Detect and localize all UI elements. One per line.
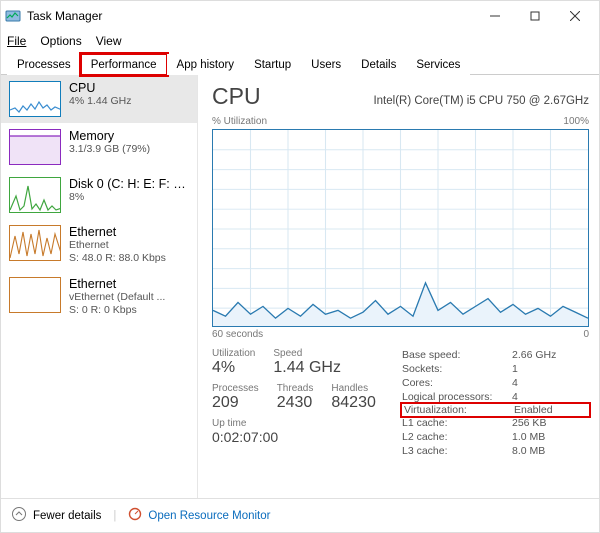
sidebar-item-label: CPU xyxy=(69,81,131,95)
stat-key: L3 cache: xyxy=(402,445,512,457)
stat-row-l1cache: L1 cache:256 KB xyxy=(402,416,589,430)
sidebar-item-sub: 4% 1.44 GHz xyxy=(69,95,131,108)
stat-value: 4 xyxy=(512,391,589,403)
chevron-up-icon xyxy=(11,506,27,525)
stat-row-basespeed: Base speed:2.66 GHz xyxy=(402,348,589,362)
threads-value: 2430 xyxy=(277,394,314,412)
content-area: CPU 4% 1.44 GHz Memory 3.1/3.9 GB (79%) xyxy=(1,75,599,498)
chart-y-label: % Utilization xyxy=(212,116,267,127)
app-icon xyxy=(5,8,21,24)
stat-key: Logical processors: xyxy=(402,391,512,403)
close-button[interactable] xyxy=(555,2,595,30)
resource-monitor-icon xyxy=(128,507,142,524)
sidebar-item-sub: Ethernet S: 48.0 R: 88.0 Kbps xyxy=(69,239,166,265)
processes-value: 209 xyxy=(212,394,259,412)
chart-x-left: 60 seconds xyxy=(212,329,263,340)
stat-key: L2 cache: xyxy=(402,431,512,443)
uptime-label: Up time xyxy=(212,418,402,429)
sidebar: CPU 4% 1.44 GHz Memory 3.1/3.9 GB (79%) xyxy=(1,75,198,498)
tab-processes[interactable]: Processes xyxy=(7,54,81,75)
menu-options[interactable]: Options xyxy=(40,34,81,48)
sidebar-item-sub: 3.1/3.9 GB (79%) xyxy=(69,143,150,156)
page-title: CPU xyxy=(212,83,261,110)
app-title: Task Manager xyxy=(27,9,102,23)
titlebar: Task Manager xyxy=(1,1,599,31)
stat-key: Cores: xyxy=(402,377,512,389)
stat-value: Enabled xyxy=(514,404,587,416)
sidebar-thumb-cpu xyxy=(9,81,61,117)
open-resource-monitor-label: Open Resource Monitor xyxy=(148,510,270,522)
open-resource-monitor-link[interactable]: Open Resource Monitor xyxy=(128,507,270,524)
threads-label: Threads xyxy=(277,383,314,394)
tab-strip: Processes Performance App history Startu… xyxy=(1,51,599,75)
handles-value: 84230 xyxy=(331,394,376,412)
stat-row-logicalprocessors: Logical processors:4 xyxy=(402,390,589,404)
processes-label: Processes xyxy=(212,383,259,394)
main-panel: CPU Intel(R) Core(TM) i5 CPU 750 @ 2.67G… xyxy=(198,75,599,498)
task-manager-window: Task Manager File Options View Processes… xyxy=(0,0,600,533)
stat-row-l3cache: L3 cache:8.0 MB xyxy=(402,444,589,458)
stat-key: L1 cache: xyxy=(402,417,512,429)
stat-value: 8.0 MB xyxy=(512,445,589,457)
bottom-bar: Fewer details | Open Resource Monitor xyxy=(1,498,599,532)
sidebar-item-label: Ethernet xyxy=(69,225,166,239)
tab-performance[interactable]: Performance xyxy=(81,54,167,75)
sidebar-thumb-memory xyxy=(9,129,61,165)
stats-right: Base speed:2.66 GHzSockets:1Cores:4Logic… xyxy=(402,348,589,458)
uptime-value: 0:02:07:00 xyxy=(212,429,402,445)
cpu-utilization-chart xyxy=(212,129,589,327)
stat-value: 4 xyxy=(512,377,589,389)
utilization-label: Utilization xyxy=(212,348,255,359)
chart-x-right: 0 xyxy=(583,329,589,340)
menu-file[interactable]: File xyxy=(7,34,26,48)
handles-label: Handles xyxy=(331,383,376,394)
tab-services[interactable]: Services xyxy=(406,54,470,75)
sidebar-item-sub: 8% xyxy=(69,191,189,204)
fewer-details-button[interactable]: Fewer details xyxy=(11,506,101,525)
fewer-details-label: Fewer details xyxy=(33,510,101,522)
sidebar-item-label: Memory xyxy=(69,129,150,143)
sidebar-item-disk0[interactable]: Disk 0 (C: H: E: F: G:) 8% xyxy=(1,171,197,219)
sidebar-thumb-disk xyxy=(9,177,61,213)
sidebar-thumb-eth2 xyxy=(9,277,61,313)
speed-value: 1.44 GHz xyxy=(273,359,341,377)
utilization-value: 4% xyxy=(212,359,255,377)
stat-key: Base speed: xyxy=(402,349,512,361)
speed-label: Speed xyxy=(273,348,341,359)
cpu-model-name: Intel(R) Core(TM) i5 CPU 750 @ 2.67GHz xyxy=(373,95,589,107)
minimize-button[interactable] xyxy=(475,2,515,30)
stat-value: 1.0 MB xyxy=(512,431,589,443)
stat-key: Sockets: xyxy=(402,363,512,375)
tab-app-history[interactable]: App history xyxy=(167,54,245,75)
sidebar-item-ethernet[interactable]: Ethernet Ethernet S: 48.0 R: 88.0 Kbps xyxy=(1,219,197,271)
tab-startup[interactable]: Startup xyxy=(244,54,301,75)
menu-view[interactable]: View xyxy=(96,34,122,48)
menubar: File Options View xyxy=(1,31,599,51)
sidebar-item-cpu[interactable]: CPU 4% 1.44 GHz xyxy=(1,75,197,123)
sidebar-item-label: Disk 0 (C: H: E: F: G:) xyxy=(69,177,189,191)
stat-row-cores: Cores:4 xyxy=(402,376,589,390)
stat-value: 2.66 GHz xyxy=(512,349,589,361)
chart-y-max: 100% xyxy=(563,116,589,127)
maximize-button[interactable] xyxy=(515,2,555,30)
stats-left: Utilization 4% Speed 1.44 GHz Processes … xyxy=(212,348,402,458)
stat-key: Virtualization: xyxy=(404,404,514,416)
sidebar-item-sub: vEthernet (Default ... S: 0 R: 0 Kbps xyxy=(69,291,165,317)
sidebar-item-label: Ethernet xyxy=(69,277,165,291)
stat-row-sockets: Sockets:1 xyxy=(402,362,589,376)
stat-value: 256 KB xyxy=(512,417,589,429)
stat-row-l2cache: L2 cache:1.0 MB xyxy=(402,430,589,444)
sidebar-thumb-eth xyxy=(9,225,61,261)
sidebar-item-ethernet-2[interactable]: Ethernet vEthernet (Default ... S: 0 R: … xyxy=(1,271,197,323)
tab-users[interactable]: Users xyxy=(301,54,351,75)
tab-details[interactable]: Details xyxy=(351,54,406,75)
stat-value: 1 xyxy=(512,363,589,375)
stat-row-virtualization: Virtualization:Enabled xyxy=(402,404,589,416)
sidebar-item-memory[interactable]: Memory 3.1/3.9 GB (79%) xyxy=(1,123,197,171)
